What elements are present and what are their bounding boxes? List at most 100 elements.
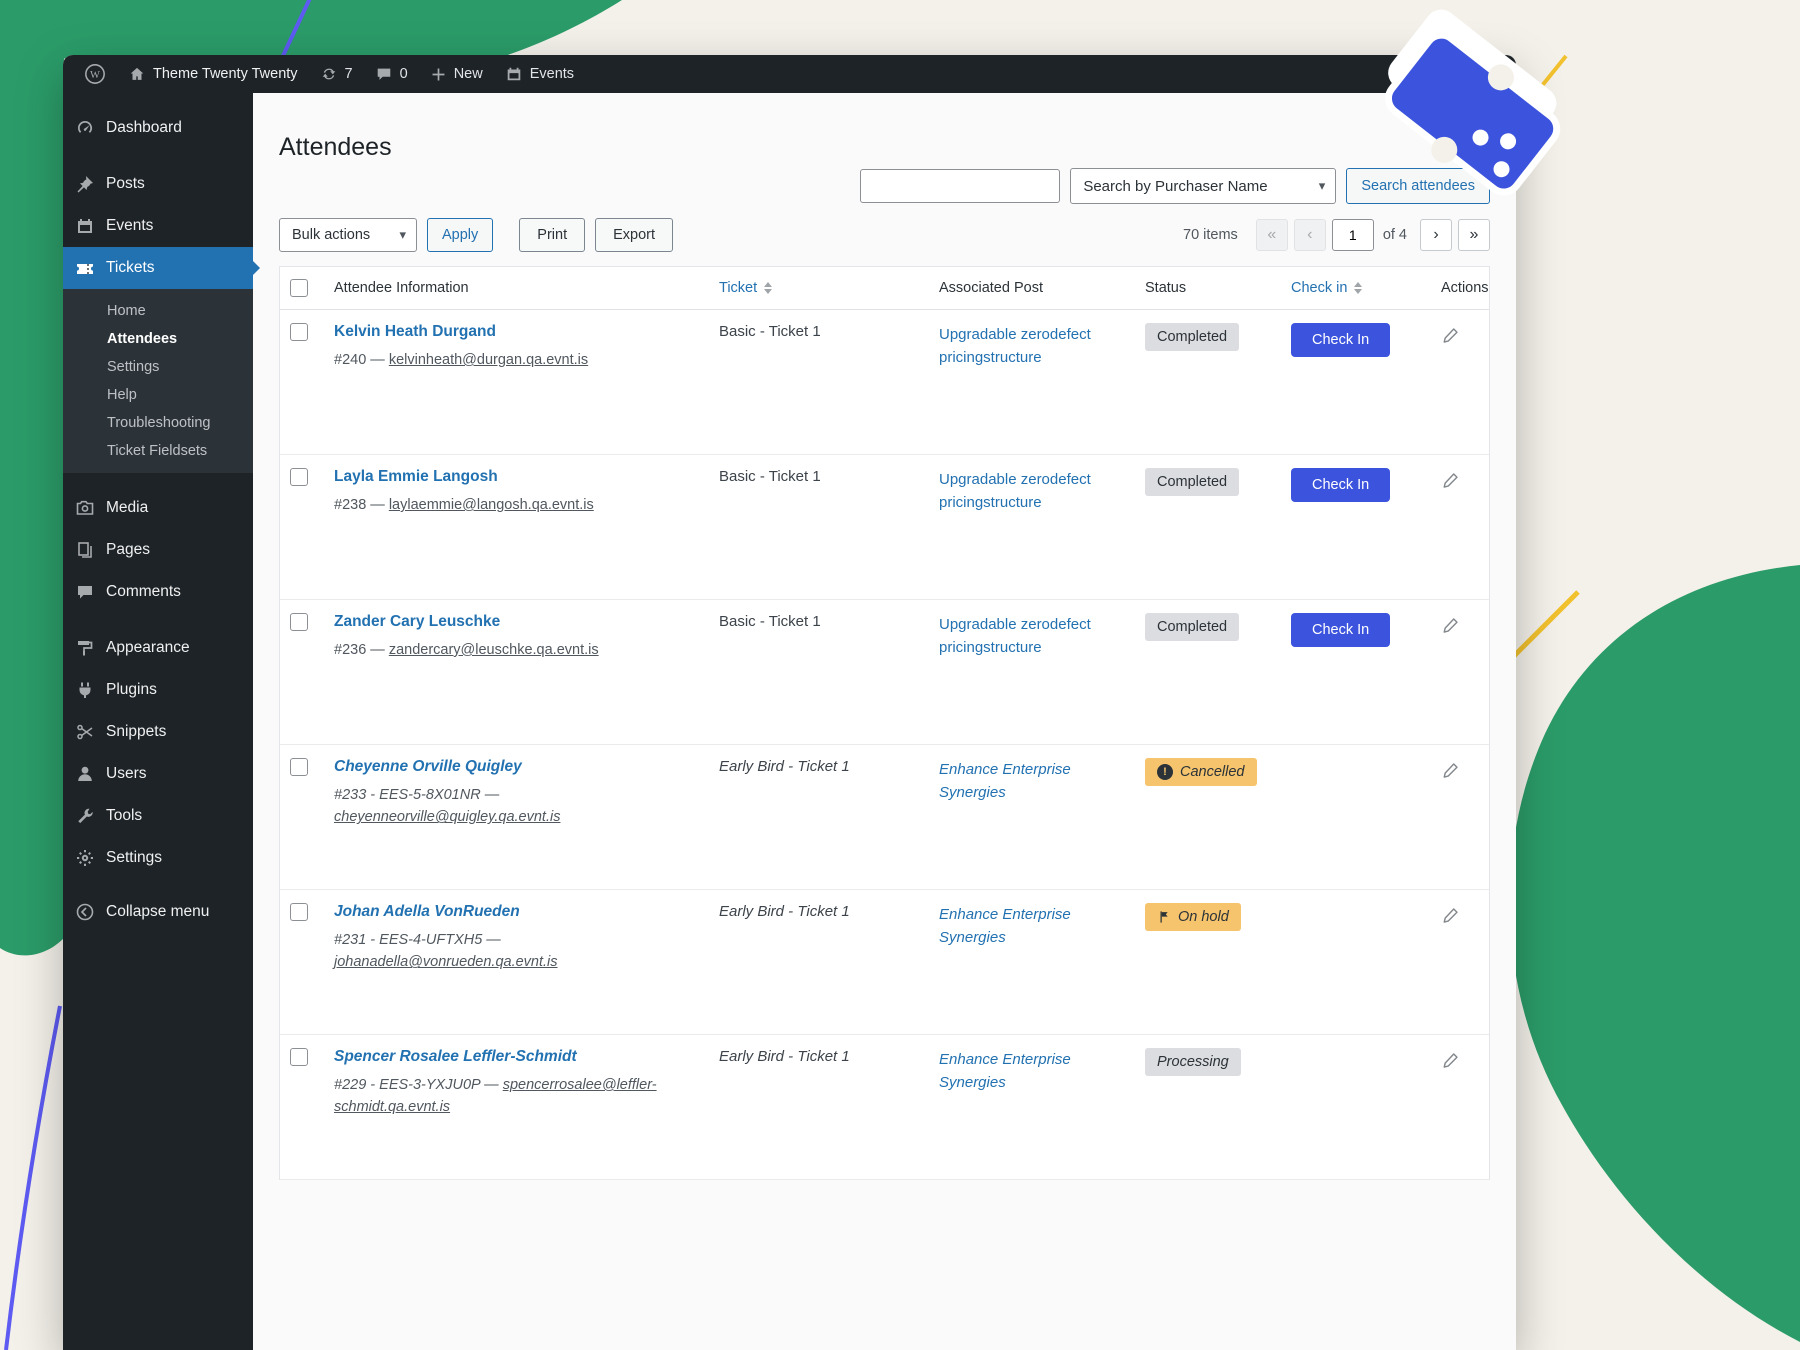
associated-post-link[interactable]: Enhance Enterprise Synergies — [939, 1048, 1111, 1095]
edit-attendee-icon[interactable] — [1441, 616, 1460, 635]
wordpress-logo-button[interactable]: W — [73, 55, 117, 93]
sidebar-item-dashboard[interactable]: Dashboard — [63, 107, 253, 149]
first-page-button[interactable]: « — [1255, 219, 1288, 251]
comments-indicator[interactable]: 0 — [364, 55, 419, 93]
sidebar-item-settings[interactable]: Settings — [63, 837, 253, 879]
row-checkbox[interactable] — [290, 613, 308, 631]
edit-attendee-icon[interactable] — [1441, 1051, 1460, 1070]
edit-attendee-icon[interactable] — [1441, 471, 1460, 490]
snippets-icon — [75, 722, 95, 742]
submenu-item-ticket-fieldsets[interactable]: Ticket Fieldsets — [63, 437, 253, 465]
new-content-button[interactable]: New — [419, 55, 494, 93]
attendee-name-link[interactable]: Zander Cary Leuschke — [334, 613, 500, 631]
updates-indicator[interactable]: 7 — [309, 55, 364, 93]
sidebar-item-posts[interactable]: Posts — [63, 163, 253, 205]
attendee-email-link[interactable]: laylaemmie@langosh.qa.evnt.is — [389, 497, 594, 513]
export-button[interactable]: Export — [595, 218, 674, 252]
submenu-item-attendees[interactable]: Attendees — [63, 325, 253, 353]
search-input[interactable] — [860, 169, 1061, 203]
status-badge: Processing — [1145, 1048, 1241, 1076]
page-title: Attendees — [279, 133, 392, 161]
col-header-checkin-sort[interactable]: Check in — [1291, 280, 1363, 296]
attendee-row: Zander Cary Leuschke #236 — zandercary@l… — [280, 600, 1489, 745]
attendee-name-link[interactable]: Kelvin Heath Durgand — [334, 323, 496, 341]
sidebar-item-events[interactable]: Events — [63, 205, 253, 247]
row-checkbox[interactable] — [290, 1048, 308, 1066]
attendee-row: Spencer Rosalee Leffler-Schmidt #229 - E… — [280, 1035, 1489, 1180]
associated-post-link[interactable]: Enhance Enterprise Synergies — [939, 903, 1111, 950]
apply-button[interactable]: Apply — [427, 218, 494, 252]
submenu-item-home[interactable]: Home — [63, 297, 253, 325]
attendee-row: Layla Emmie Langosh #238 — laylaemmie@la… — [280, 455, 1489, 600]
site-name-link[interactable]: Theme Twenty Twenty — [117, 55, 309, 93]
last-page-button[interactable]: » — [1458, 219, 1490, 251]
print-button[interactable]: Print — [519, 218, 586, 252]
check-in-button[interactable]: Check In — [1291, 613, 1391, 647]
sidebar-item-pages[interactable]: Pages — [63, 529, 253, 571]
row-checkbox[interactable] — [290, 758, 308, 776]
select-all-checkbox[interactable] — [290, 279, 308, 297]
ticket-name: Basic - Ticket 1 — [719, 613, 821, 630]
submenu-item-help[interactable]: Help — [63, 381, 253, 409]
attendee-email-link[interactable]: kelvinheath@durgan.qa.evnt.is — [389, 352, 588, 368]
ticket-name: Early Bird - Ticket 1 — [719, 1048, 850, 1065]
sidebar-item-users[interactable]: Users — [63, 753, 253, 795]
check-in-button[interactable]: Check In — [1291, 468, 1391, 502]
current-page-input[interactable] — [1331, 219, 1374, 251]
submenu-item-settings[interactable]: Settings — [63, 353, 253, 381]
ticket-name: Basic - Ticket 1 — [719, 468, 821, 485]
order-number: #240 — — [334, 352, 389, 368]
edit-attendee-icon[interactable] — [1441, 761, 1460, 780]
associated-post-link[interactable]: Enhance Enterprise Synergies — [939, 758, 1111, 805]
col-header-ticket-sort[interactable]: Ticket — [719, 280, 773, 296]
menu-separator — [63, 473, 253, 487]
main-content: Attendees Search by Purchaser Name ▾ Sea… — [253, 93, 1516, 1350]
bulk-actions-select[interactable]: Bulk actions ▾ — [279, 218, 417, 252]
search-attendees-button[interactable]: Search attendees — [1346, 168, 1490, 204]
next-page-button[interactable]: › — [1420, 219, 1452, 251]
col-header-status: Status — [1145, 280, 1187, 296]
row-checkbox[interactable] — [290, 323, 308, 341]
sidebar-item-media[interactable]: Media — [63, 487, 253, 529]
status-badge: Completed — [1145, 613, 1240, 641]
collapse-icon — [75, 902, 95, 922]
row-checkbox[interactable] — [290, 468, 308, 486]
tickets-submenu: Home Attendees Settings Help Troubleshooting… — [63, 289, 253, 473]
collapse-menu-button[interactable]: Collapse menu — [63, 891, 253, 933]
settings-icon — [75, 848, 95, 868]
edit-attendee-icon[interactable] — [1441, 326, 1460, 345]
attendee-name-link[interactable]: Layla Emmie Langosh — [334, 468, 498, 486]
ticket-name: Early Bird - Ticket 1 — [719, 758, 850, 775]
events-admin-link[interactable]: Events — [494, 55, 585, 93]
row-checkbox[interactable] — [290, 903, 308, 921]
attendee-email-link[interactable]: cheyenneorville@quigley.qa.evnt.is — [334, 809, 560, 825]
search-filter-select[interactable]: Search by Purchaser Name ▾ — [1070, 168, 1337, 204]
warning-icon: ! — [1157, 764, 1173, 780]
attendee-name-link[interactable]: Johan Adella VonRueden — [334, 903, 520, 921]
attendee-name-link[interactable]: Spencer Rosalee Leffler-Schmidt — [334, 1048, 577, 1066]
chevron-down-icon: ▾ — [399, 227, 406, 242]
check-in-button[interactable]: Check In — [1291, 323, 1391, 357]
attendee-email-link[interactable]: zandercary@leuschke.qa.evnt.is — [389, 642, 599, 658]
dashboard-icon — [75, 118, 95, 138]
sidebar-item-comments[interactable]: Comments — [63, 571, 253, 613]
associated-post-link[interactable]: Upgradable zerodefect pricingstructure — [939, 613, 1111, 660]
edit-attendee-icon[interactable] — [1441, 906, 1460, 925]
sidebar-item-snippets[interactable]: Snippets — [63, 711, 253, 753]
wordpress-admin-window: W Theme Twenty Twenty 7 0 New Events Das… — [63, 55, 1516, 1350]
prev-page-button[interactable]: ‹ — [1293, 219, 1326, 251]
attendee-row: Cheyenne Orville Quigley #233 - EES-5-8X… — [280, 745, 1489, 890]
plus-icon — [430, 66, 447, 83]
submenu-item-troubleshooting[interactable]: Troubleshooting — [63, 409, 253, 437]
sidebar-item-plugins[interactable]: Plugins — [63, 669, 253, 711]
menu-separator — [63, 613, 253, 627]
sidebar-item-tools[interactable]: Tools — [63, 795, 253, 837]
attendee-name-link[interactable]: Cheyenne Orville Quigley — [334, 758, 522, 776]
attendee-email-link[interactable]: johanadella@vonrueden.qa.evnt.is — [334, 954, 558, 970]
toolbar: Bulk actions ▾ Apply Print Export 70 ite… — [279, 218, 1490, 252]
associated-post-link[interactable]: Upgradable zerodefect pricingstructure — [939, 468, 1111, 515]
sidebar-item-appearance[interactable]: Appearance — [63, 627, 253, 669]
order-number: #238 — — [334, 497, 389, 513]
associated-post-link[interactable]: Upgradable zerodefect pricingstructure — [939, 323, 1111, 370]
sidebar-item-tickets[interactable]: Tickets — [63, 247, 253, 289]
